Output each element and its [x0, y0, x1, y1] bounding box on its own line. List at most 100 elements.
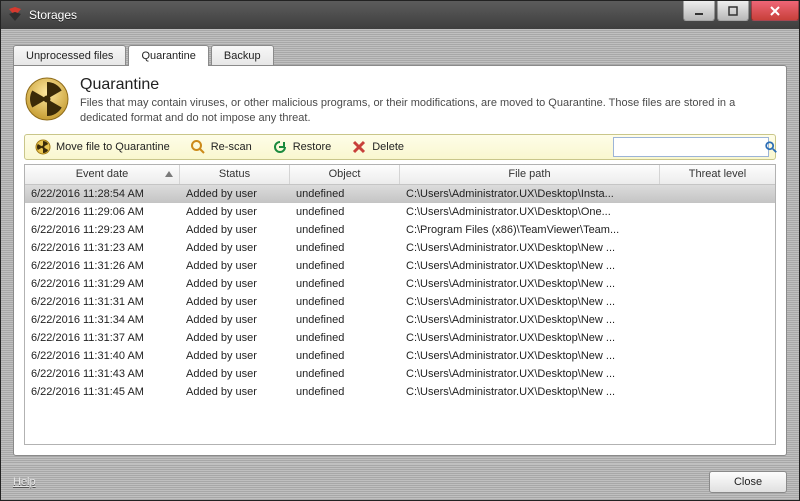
cell-status: Added by user — [180, 350, 290, 362]
table-row[interactable]: 6/22/2016 11:29:06 AMAdded by userundefi… — [25, 203, 775, 221]
cell-event-date: 6/22/2016 11:31:43 AM — [25, 368, 180, 380]
col-status[interactable]: Status — [180, 165, 290, 184]
footer: Help Close — [1, 464, 799, 500]
delete-button[interactable]: Delete — [347, 138, 408, 156]
cell-object: undefined — [290, 206, 400, 218]
delete-label: Delete — [372, 141, 404, 153]
cell-file-path: C:\Users\Administrator.UX\Desktop\New ..… — [400, 278, 660, 290]
biohazard-icon — [35, 139, 51, 155]
tab-quarantine[interactable]: Quarantine — [128, 45, 208, 66]
radiation-icon — [24, 76, 70, 122]
cell-object: undefined — [290, 332, 400, 344]
tab-backup[interactable]: Backup — [211, 45, 274, 66]
cell-event-date: 6/22/2016 11:31:34 AM — [25, 314, 180, 326]
cell-event-date: 6/22/2016 11:31:40 AM — [25, 350, 180, 362]
sort-asc-icon — [165, 171, 173, 177]
toolbar: Move file to Quarantine Re-scan Restore … — [24, 134, 776, 160]
app-icon — [7, 7, 23, 23]
tab-panel-quarantine: Quarantine Files that may contain viruse… — [13, 65, 787, 456]
window-buttons — [683, 1, 799, 29]
cell-object: undefined — [290, 224, 400, 236]
cell-object: undefined — [290, 278, 400, 290]
table-row[interactable]: 6/22/2016 11:31:45 AMAdded by userundefi… — [25, 383, 775, 401]
cell-file-path: C:\Users\Administrator.UX\Desktop\New ..… — [400, 350, 660, 362]
cell-object: undefined — [290, 260, 400, 272]
table-row[interactable]: 6/22/2016 11:28:54 AMAdded by userundefi… — [25, 185, 775, 203]
move-label: Move file to Quarantine — [56, 141, 170, 153]
rescan-label: Re-scan — [211, 141, 252, 153]
cell-event-date: 6/22/2016 11:28:54 AM — [25, 188, 180, 200]
col-file-path[interactable]: File path — [400, 165, 660, 184]
cell-status: Added by user — [180, 368, 290, 380]
cell-event-date: 6/22/2016 11:31:29 AM — [25, 278, 180, 290]
cell-object: undefined — [290, 242, 400, 254]
magnifier-icon — [190, 139, 206, 155]
grid-header: Event date Status Object File path Threa… — [25, 165, 775, 185]
table-row[interactable]: 6/22/2016 11:31:26 AMAdded by userundefi… — [25, 257, 775, 275]
cell-event-date: 6/22/2016 11:31:45 AM — [25, 386, 180, 398]
cell-event-date: 6/22/2016 11:31:26 AM — [25, 260, 180, 272]
cell-event-date: 6/22/2016 11:29:06 AM — [25, 206, 180, 218]
cell-object: undefined — [290, 350, 400, 362]
cell-status: Added by user — [180, 188, 290, 200]
cell-event-date: 6/22/2016 11:31:23 AM — [25, 242, 180, 254]
cell-file-path: C:\Users\Administrator.UX\Desktop\New ..… — [400, 368, 660, 380]
cell-file-path: C:\Users\Administrator.UX\Desktop\New ..… — [400, 386, 660, 398]
storages-window: Storages Unprocessed files Quarantine Ba… — [0, 0, 800, 501]
cell-object: undefined — [290, 386, 400, 398]
help-link[interactable]: Help — [13, 476, 36, 488]
titlebar[interactable]: Storages — [1, 1, 799, 29]
cell-file-path: C:\Users\Administrator.UX\Desktop\New ..… — [400, 314, 660, 326]
tabstrip: Unprocessed files Quarantine Backup — [1, 41, 799, 65]
table-row[interactable]: 6/22/2016 11:31:37 AMAdded by userundefi… — [25, 329, 775, 347]
cell-file-path: C:\Users\Administrator.UX\Desktop\One... — [400, 206, 660, 218]
cell-status: Added by user — [180, 206, 290, 218]
delete-x-icon — [351, 139, 367, 155]
cell-status: Added by user — [180, 278, 290, 290]
cell-status: Added by user — [180, 224, 290, 236]
col-event-date[interactable]: Event date — [25, 165, 180, 184]
move-to-quarantine-button[interactable]: Move file to Quarantine — [31, 138, 174, 156]
cell-file-path: C:\Users\Administrator.UX\Desktop\New ..… — [400, 260, 660, 272]
cell-status: Added by user — [180, 260, 290, 272]
cell-object: undefined — [290, 368, 400, 380]
table-row[interactable]: 6/22/2016 11:31:31 AMAdded by userundefi… — [25, 293, 775, 311]
minimize-button[interactable] — [683, 1, 715, 21]
window-close-button[interactable] — [751, 1, 799, 21]
table-row[interactable]: 6/22/2016 11:31:40 AMAdded by userundefi… — [25, 347, 775, 365]
col-threat-level[interactable]: Threat level — [660, 165, 775, 184]
cell-event-date: 6/22/2016 11:29:23 AM — [25, 224, 180, 236]
table-row[interactable]: 6/22/2016 11:31:34 AMAdded by userundefi… — [25, 311, 775, 329]
cell-event-date: 6/22/2016 11:31:31 AM — [25, 296, 180, 308]
cell-file-path: C:\Program Files (x86)\TeamViewer\Team..… — [400, 224, 660, 236]
search-icon[interactable] — [764, 138, 778, 156]
quarantine-grid: Event date Status Object File path Threa… — [24, 164, 776, 445]
cell-object: undefined — [290, 296, 400, 308]
cell-status: Added by user — [180, 296, 290, 308]
window-title: Storages — [29, 8, 683, 22]
search-input[interactable] — [614, 141, 764, 153]
table-row[interactable]: 6/22/2016 11:31:29 AMAdded by userundefi… — [25, 275, 775, 293]
cell-object: undefined — [290, 188, 400, 200]
cell-status: Added by user — [180, 242, 290, 254]
cell-file-path: C:\Users\Administrator.UX\Desktop\New ..… — [400, 296, 660, 308]
page-header: Quarantine Files that may contain viruse… — [24, 76, 776, 126]
page-title: Quarantine — [80, 76, 776, 94]
cell-status: Added by user — [180, 332, 290, 344]
cell-file-path: C:\Users\Administrator.UX\Desktop\New ..… — [400, 242, 660, 254]
maximize-button[interactable] — [717, 1, 749, 21]
page-description: Files that may contain viruses, or other… — [80, 96, 776, 126]
grid-body[interactable]: 6/22/2016 11:28:54 AMAdded by userundefi… — [25, 185, 775, 444]
search-box[interactable] — [613, 137, 769, 157]
restore-button[interactable]: Restore — [268, 138, 336, 156]
table-row[interactable]: 6/22/2016 11:31:23 AMAdded by userundefi… — [25, 239, 775, 257]
tab-unprocessed-files[interactable]: Unprocessed files — [13, 45, 126, 66]
table-row[interactable]: 6/22/2016 11:31:43 AMAdded by userundefi… — [25, 365, 775, 383]
table-row[interactable]: 6/22/2016 11:29:23 AMAdded by userundefi… — [25, 221, 775, 239]
rescan-button[interactable]: Re-scan — [186, 138, 256, 156]
col-object[interactable]: Object — [290, 165, 400, 184]
cell-event-date: 6/22/2016 11:31:37 AM — [25, 332, 180, 344]
close-button[interactable]: Close — [709, 471, 787, 493]
cell-status: Added by user — [180, 314, 290, 326]
cell-object: undefined — [290, 314, 400, 326]
